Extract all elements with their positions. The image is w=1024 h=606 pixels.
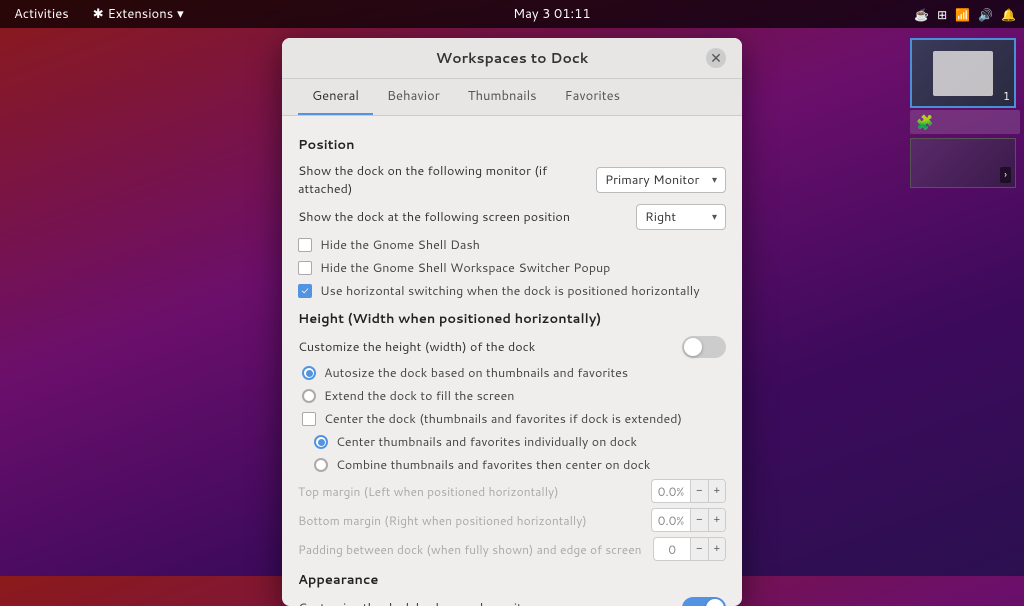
padding-spinner: 0 − + — [653, 537, 726, 561]
extend-label: Extend the dock to fill the screen — [324, 387, 514, 405]
customize-height-toggle[interactable] — [682, 336, 726, 358]
hide-switcher-checkbox[interactable] — [298, 261, 312, 275]
position-section-header: Position — [298, 136, 726, 154]
autosize-row: Autosize the dock based on thumbnails an… — [298, 364, 726, 382]
top-margin-spinner: 0.0% − + — [651, 479, 726, 503]
extensions-icon: ✱ — [93, 5, 104, 23]
bottom-margin-row: Bottom margin (Right when positioned hor… — [298, 508, 726, 532]
topbar-left: Activities ✱ Extensions ▾ — [8, 3, 190, 25]
activities-label: Activities — [14, 5, 69, 23]
topbar-datetime: May 3 01:11 — [190, 5, 914, 23]
topbar: Activities ✱ Extensions ▾ May 3 01:11 ☕ … — [0, 0, 1024, 28]
dialog-title: Workspaces to Dock — [318, 48, 706, 68]
screen-position-value: Right — [645, 208, 676, 226]
top-margin-label: Top margin (Left when positioned horizon… — [298, 483, 651, 500]
use-horizontal-label: Use horizontal switching when the dock i… — [320, 282, 700, 300]
use-horizontal-row: Use horizontal switching when the dock i… — [298, 282, 726, 300]
dialog-overlay: Workspaces to Dock ✕ General Behavior Th… — [0, 28, 1024, 576]
wifi-icon[interactable]: 📶 — [955, 6, 970, 23]
hide-dash-label: Hide the Gnome Shell Dash — [320, 236, 480, 254]
opacity-customize-row: Customize the dock background opacity — [298, 597, 726, 606]
workspaces-to-dock-dialog: Workspaces to Dock ✕ General Behavior Th… — [282, 38, 742, 606]
volume-icon[interactable]: 🔊 — [978, 6, 993, 23]
hide-dash-checkbox[interactable] — [298, 238, 312, 252]
top-margin-value: 0.0% — [652, 481, 690, 502]
center-individually-radio[interactable] — [314, 435, 328, 449]
autosize-label: Autosize the dock based on thumbnails an… — [324, 364, 628, 382]
screen-position-label: Show the dock at the following screen po… — [298, 208, 636, 226]
bottom-margin-value: 0.0% — [652, 510, 690, 531]
notifications-icon[interactable]: 🔔 — [1001, 6, 1016, 23]
top-margin-row: Top margin (Left when positioned horizon… — [298, 479, 726, 503]
monitor-dropdown[interactable]: Primary Monitor ▾ — [596, 167, 726, 193]
top-margin-decrement-button[interactable]: − — [690, 480, 707, 502]
padding-increment-button[interactable]: + — [708, 538, 725, 560]
dialog-body: Position Show the dock on the following … — [282, 116, 742, 606]
extensions-button[interactable]: ✱ Extensions ▾ — [87, 3, 190, 25]
height-section-header: Height (Width when positioned horizontal… — [298, 310, 726, 328]
tab-general[interactable]: General — [298, 79, 373, 115]
customize-height-row: Customize the height (width) of the dock — [298, 336, 726, 358]
appearance-section-header: Appearance — [298, 571, 726, 589]
opacity-toggle-knob — [706, 599, 724, 606]
topbar-right: ☕ ⊞ 📶 🔊 🔔 — [914, 6, 1016, 23]
extend-row: Extend the dock to fill the screen — [298, 387, 726, 405]
hide-dash-row: Hide the Gnome Shell Dash — [298, 236, 726, 254]
tab-behavior[interactable]: Behavior — [373, 79, 454, 115]
bottom-margin-label: Bottom margin (Right when positioned hor… — [298, 512, 651, 529]
center-individually-row: Center thumbnails and favorites individu… — [298, 433, 726, 451]
use-horizontal-checkbox[interactable] — [298, 284, 312, 298]
center-label: Center the dock (thumbnails and favorite… — [324, 410, 682, 428]
bottom-margin-increment-button[interactable]: + — [708, 509, 725, 531]
opacity-customize-label: Customize the dock background opacity — [298, 599, 682, 606]
screen-position-arrow-icon: ▾ — [712, 210, 717, 224]
bottom-margin-spinner: 0.0% − + — [651, 508, 726, 532]
center-row: Center the dock (thumbnails and favorite… — [298, 410, 726, 428]
hide-switcher-label: Hide the Gnome Shell Workspace Switcher … — [320, 259, 610, 277]
dialog-titlebar: Workspaces to Dock ✕ — [282, 38, 742, 79]
padding-label: Padding between dock (when fully shown) … — [298, 541, 653, 558]
padding-value: 0 — [654, 539, 690, 560]
center-checkbox[interactable] — [302, 412, 316, 426]
combine-row: Combine thumbnails and favorites then ce… — [298, 456, 726, 474]
monitor-dropdown-arrow-icon: ▾ — [712, 173, 717, 187]
activities-button[interactable]: Activities — [8, 3, 75, 25]
datetime-label: May 3 01:11 — [513, 5, 590, 23]
extensions-arrow-icon: ▾ — [177, 5, 184, 23]
coffee-icon[interactable]: ☕ — [914, 6, 929, 23]
autosize-radio[interactable] — [302, 366, 316, 380]
tab-favorites[interactable]: Favorites — [551, 79, 634, 115]
grid-icon[interactable]: ⊞ — [937, 6, 947, 23]
monitor-value: Primary Monitor — [605, 171, 699, 189]
customize-height-label: Customize the height (width) of the dock — [298, 338, 682, 356]
tab-thumbnails[interactable]: Thumbnails — [454, 79, 551, 115]
padding-row: Padding between dock (when fully shown) … — [298, 537, 726, 561]
monitor-label: Show the dock on the following monitor (… — [298, 162, 596, 198]
hide-switcher-row: Hide the Gnome Shell Workspace Switcher … — [298, 259, 726, 277]
dialog-close-button[interactable]: ✕ — [706, 48, 726, 68]
top-margin-increment-button[interactable]: + — [708, 480, 725, 502]
extensions-label: Extensions — [108, 5, 174, 23]
combine-label: Combine thumbnails and favorites then ce… — [336, 456, 650, 474]
screen-position-row: Show the dock at the following screen po… — [298, 204, 726, 230]
customize-height-knob — [684, 338, 702, 356]
tab-bar: General Behavior Thumbnails Favorites — [282, 79, 742, 116]
extend-radio[interactable] — [302, 389, 316, 403]
monitor-row: Show the dock on the following monitor (… — [298, 162, 726, 198]
center-individually-label: Center thumbnails and favorites individu… — [336, 433, 637, 451]
combine-radio[interactable] — [314, 458, 328, 472]
padding-decrement-button[interactable]: − — [690, 538, 707, 560]
bottom-margin-decrement-button[interactable]: − — [690, 509, 707, 531]
screen-position-dropdown[interactable]: Right ▾ — [636, 204, 726, 230]
opacity-toggle[interactable] — [682, 597, 726, 606]
